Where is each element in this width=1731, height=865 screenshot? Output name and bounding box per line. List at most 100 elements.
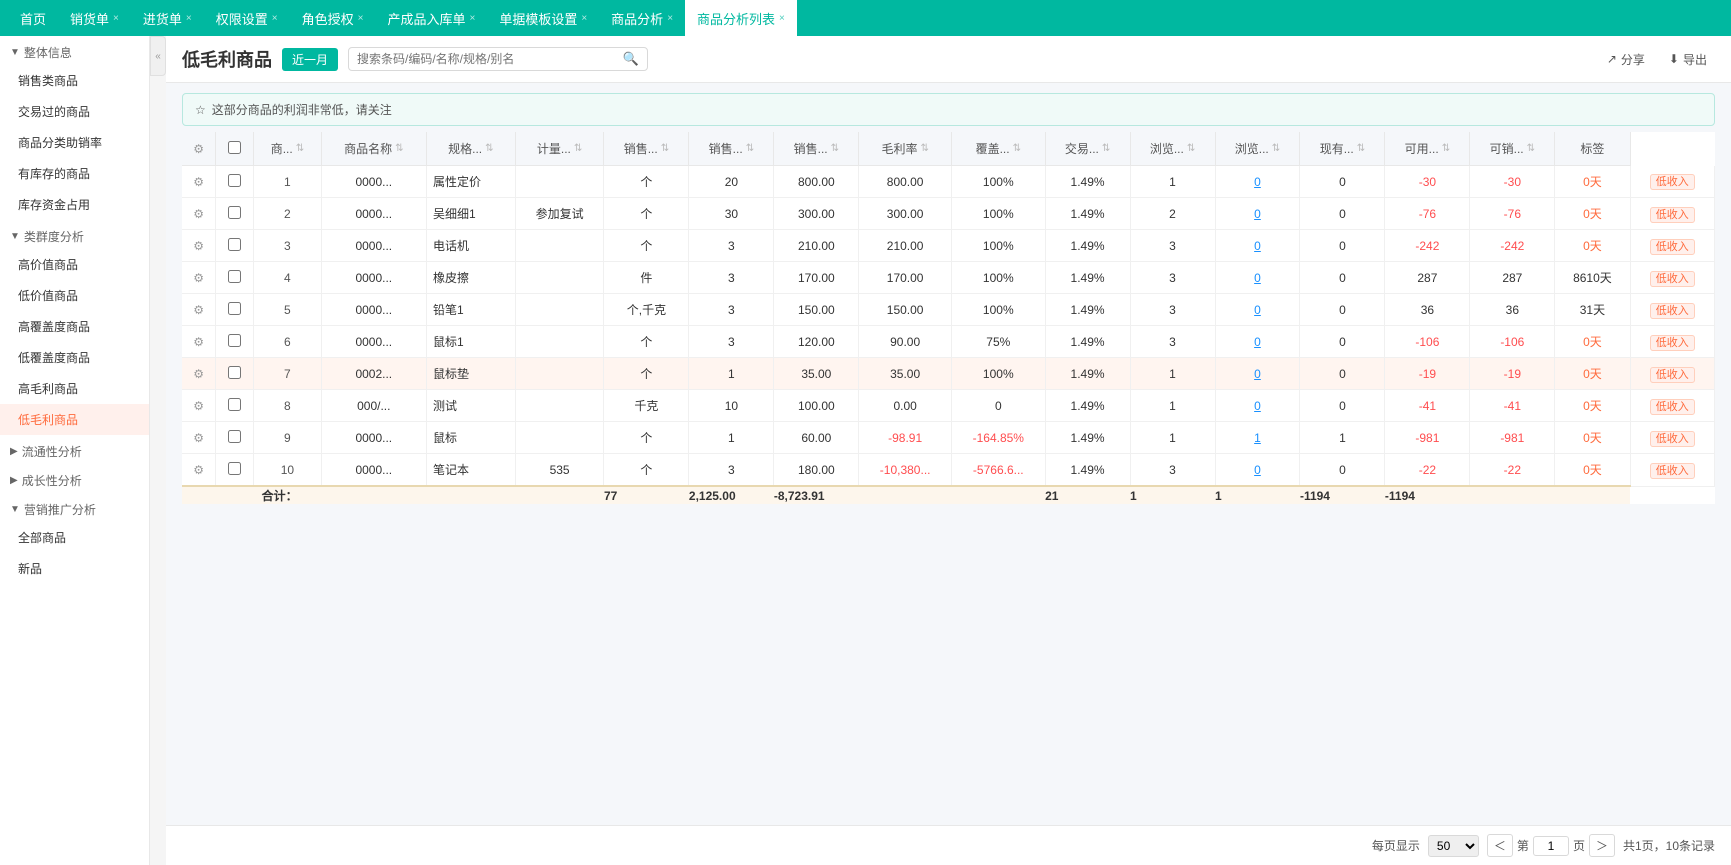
col-sales-price[interactable]: 销售...⇅ bbox=[689, 132, 774, 166]
sort-name-icon[interactable]: ⇅ bbox=[395, 143, 403, 154]
row-settings[interactable]: ⚙ bbox=[182, 230, 216, 262]
search-input[interactable] bbox=[357, 52, 623, 66]
row-settings[interactable]: ⚙ bbox=[182, 294, 216, 326]
sidebar-item-low-value[interactable]: 低价值商品 bbox=[0, 280, 149, 311]
sidebar-item-high-gross[interactable]: 高毛利商品 bbox=[0, 373, 149, 404]
col-sales-amount[interactable]: 销售...⇅ bbox=[774, 132, 859, 166]
sort-spec-icon[interactable]: ⇅ bbox=[485, 143, 493, 154]
nav-roles[interactable]: 角色授权 × bbox=[290, 0, 376, 36]
row-checkbox[interactable] bbox=[216, 326, 254, 358]
search-icon[interactable]: 🔍 bbox=[623, 51, 639, 67]
sidebar-section-cluster[interactable]: ▼ 类群度分析 bbox=[0, 220, 149, 249]
close-sales-icon[interactable]: × bbox=[113, 13, 119, 24]
col-current[interactable]: 现有...⇅ bbox=[1300, 132, 1385, 166]
export-button[interactable]: ⬇ 导出 bbox=[1661, 47, 1715, 72]
row-view1[interactable]: 0 bbox=[1215, 262, 1300, 294]
nav-purchase[interactable]: 进货单 × bbox=[131, 0, 204, 36]
row-settings[interactable]: ⚙ bbox=[182, 422, 216, 454]
sidebar-item-all-goods[interactable]: 全部商品 bbox=[0, 522, 149, 553]
sidebar-item-low-coverage[interactable]: 低覆盖度商品 bbox=[0, 342, 149, 373]
row-view1[interactable]: 0 bbox=[1215, 294, 1300, 326]
nav-sales[interactable]: 销货单 × bbox=[58, 0, 131, 36]
row-settings[interactable]: ⚙ bbox=[182, 326, 216, 358]
sidebar-collapse-button[interactable]: « bbox=[150, 36, 166, 76]
settings-icon[interactable]: ⚙ bbox=[193, 142, 204, 156]
sidebar-section-overall[interactable]: ▼ 整体信息 bbox=[0, 36, 149, 65]
sort-gross-icon[interactable]: ⇅ bbox=[920, 143, 928, 154]
sort-trade-icon[interactable]: ⇅ bbox=[1102, 143, 1110, 154]
table-wrapper[interactable]: ⚙ 商...⇅ 商品名称⇅ 规格...⇅ 计量...⇅ 销售...⇅ 销售...… bbox=[182, 132, 1715, 825]
sidebar-item-high-coverage[interactable]: 高覆盖度商品 bbox=[0, 311, 149, 342]
col-tag[interactable]: 标签 bbox=[1555, 132, 1630, 166]
close-permissions-icon[interactable]: × bbox=[272, 13, 278, 24]
col-saleable[interactable]: 可销...⇅ bbox=[1470, 132, 1555, 166]
sidebar-section-marketing[interactable]: ▼ 营销推广分析 bbox=[0, 493, 149, 522]
row-view1[interactable]: 0 bbox=[1215, 326, 1300, 358]
search-box[interactable]: 🔍 bbox=[348, 47, 648, 71]
col-settings[interactable]: ⚙ bbox=[182, 132, 216, 166]
row-view1[interactable]: 0 bbox=[1215, 358, 1300, 390]
sort-avail-icon[interactable]: ⇅ bbox=[1442, 143, 1450, 154]
row-checkbox[interactable] bbox=[216, 454, 254, 487]
nav-products-in[interactable]: 产成品入库单 × bbox=[375, 0, 487, 36]
sidebar-item-stock-goods[interactable]: 有库存的商品 bbox=[0, 158, 149, 189]
sort-view1-icon[interactable]: ⇅ bbox=[1187, 143, 1195, 154]
row-view1[interactable]: 0 bbox=[1215, 454, 1300, 487]
row-view1[interactable]: 0 bbox=[1215, 230, 1300, 262]
col-view1[interactable]: 浏览...⇅ bbox=[1130, 132, 1215, 166]
share-button[interactable]: ↗ 分享 bbox=[1599, 47, 1653, 72]
sort-qty-icon[interactable]: ⇅ bbox=[661, 143, 669, 154]
row-view1[interactable]: 0 bbox=[1215, 390, 1300, 422]
nav-goods-analysis-list[interactable]: 商品分析列表 × bbox=[685, 0, 797, 36]
sidebar-item-high-value[interactable]: 高价值商品 bbox=[0, 249, 149, 280]
next-page-button[interactable]: ＞ bbox=[1589, 834, 1615, 857]
nav-home[interactable]: 首页 bbox=[8, 0, 58, 36]
row-settings[interactable]: ⚙ bbox=[182, 358, 216, 390]
row-checkbox[interactable] bbox=[216, 230, 254, 262]
sort-saleable-icon[interactable]: ⇅ bbox=[1527, 143, 1535, 154]
sort-cover-icon[interactable]: ⇅ bbox=[1013, 143, 1021, 154]
sort-code-icon[interactable]: ⇅ bbox=[296, 143, 304, 154]
col-name[interactable]: 商品名称⇅ bbox=[321, 132, 426, 166]
col-view2[interactable]: 浏览...⇅ bbox=[1215, 132, 1300, 166]
sidebar-item-sales-goods[interactable]: 销售类商品 bbox=[0, 65, 149, 96]
row-checkbox[interactable] bbox=[216, 390, 254, 422]
row-checkbox[interactable] bbox=[216, 262, 254, 294]
nav-permissions[interactable]: 权限设置 × bbox=[204, 0, 290, 36]
filter-button[interactable]: 近一月 bbox=[282, 48, 338, 71]
row-settings[interactable]: ⚙ bbox=[182, 454, 216, 487]
nav-template[interactable]: 单据模板设置 × bbox=[487, 0, 599, 36]
row-view1[interactable]: 0 bbox=[1215, 198, 1300, 230]
col-trade[interactable]: 交易...⇅ bbox=[1045, 132, 1130, 166]
close-goods-list-icon[interactable]: × bbox=[779, 13, 785, 24]
sort-amount-icon[interactable]: ⇅ bbox=[831, 143, 839, 154]
sidebar-section-flow[interactable]: ▶ 流通性分析 bbox=[0, 435, 149, 464]
close-template-icon[interactable]: × bbox=[581, 13, 587, 24]
row-settings[interactable]: ⚙ bbox=[182, 262, 216, 294]
per-page-select[interactable]: 50 100 200 bbox=[1428, 835, 1479, 857]
col-gross-rate[interactable]: 毛利率⇅ bbox=[859, 132, 952, 166]
row-checkbox[interactable] bbox=[216, 422, 254, 454]
col-code[interactable]: 商...⇅ bbox=[254, 132, 322, 166]
sidebar-item-stock-capital[interactable]: 库存资金占用 bbox=[0, 189, 149, 220]
prev-page-button[interactable]: ＜ bbox=[1487, 834, 1513, 857]
close-goods-analysis-icon[interactable]: × bbox=[667, 13, 673, 24]
sidebar-section-growth[interactable]: ▶ 成长性分析 bbox=[0, 464, 149, 493]
row-settings[interactable]: ⚙ bbox=[182, 390, 216, 422]
col-unit[interactable]: 计量...⇅ bbox=[515, 132, 604, 166]
sidebar-item-traded-goods[interactable]: 交易过的商品 bbox=[0, 96, 149, 127]
row-view1[interactable]: 0 bbox=[1215, 166, 1300, 198]
sidebar-item-new-goods[interactable]: 新品 bbox=[0, 553, 149, 584]
sidebar-item-category-rate[interactable]: 商品分类助销率 bbox=[0, 127, 149, 158]
nav-goods-analysis[interactable]: 商品分析 × bbox=[599, 0, 685, 36]
sort-unit-icon[interactable]: ⇅ bbox=[574, 143, 582, 154]
row-checkbox[interactable] bbox=[216, 358, 254, 390]
select-all-checkbox[interactable] bbox=[228, 141, 241, 154]
col-checkbox[interactable] bbox=[216, 132, 254, 166]
row-checkbox[interactable] bbox=[216, 198, 254, 230]
sort-current-icon[interactable]: ⇅ bbox=[1357, 143, 1365, 154]
row-checkbox[interactable] bbox=[216, 294, 254, 326]
col-cover-rate[interactable]: 覆盖...⇅ bbox=[951, 132, 1045, 166]
sidebar-item-low-gross[interactable]: 低毛利商品 bbox=[0, 404, 149, 435]
row-settings[interactable]: ⚙ bbox=[182, 198, 216, 230]
